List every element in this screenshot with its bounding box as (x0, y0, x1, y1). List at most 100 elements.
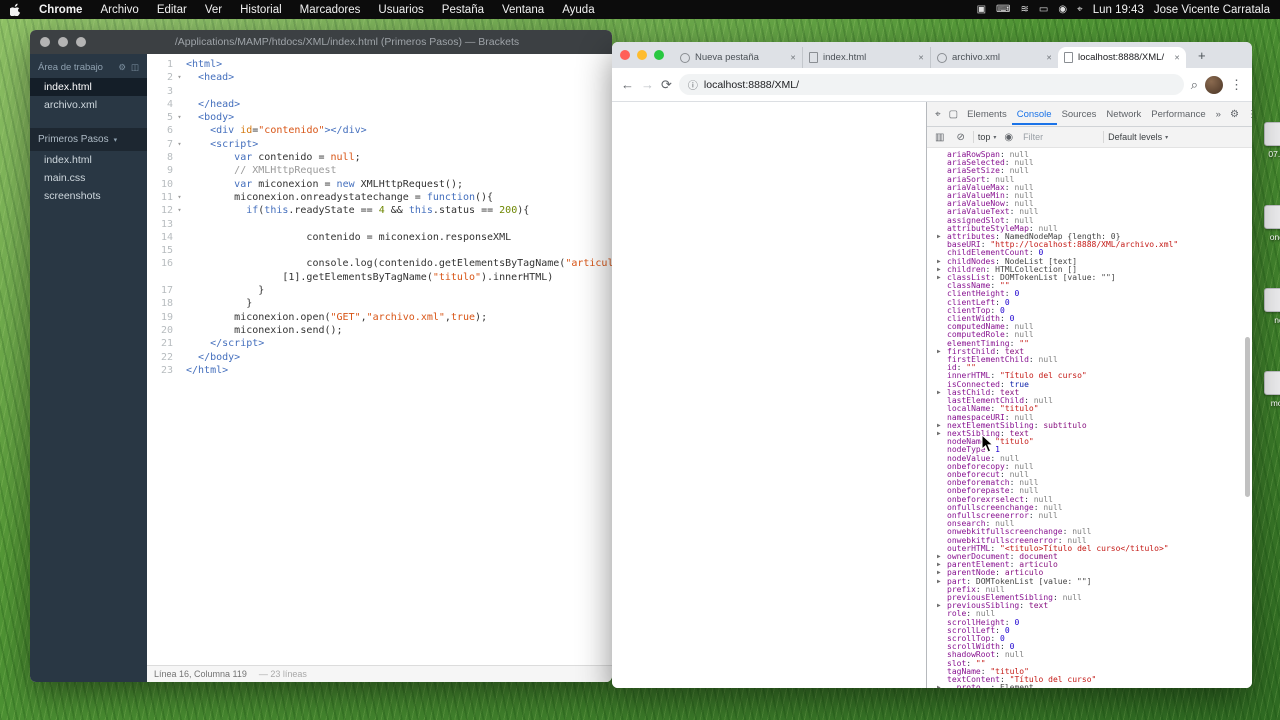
minimize-button[interactable] (637, 50, 647, 60)
project-file[interactable]: main.css (30, 169, 147, 187)
fold-arrow-icon[interactable]: ▾ (173, 71, 186, 84)
search-icon[interactable]: ⌕ (1191, 77, 1198, 93)
chevron-down-icon: ▾ (113, 136, 118, 144)
devtools-tab[interactable]: Sources (1057, 104, 1102, 125)
keyboard-icon[interactable]: ⌨ (996, 4, 1010, 15)
tab-close-icon[interactable]: ✕ (918, 54, 924, 62)
close-button[interactable] (620, 50, 630, 60)
working-file[interactable]: index.html (30, 78, 147, 96)
expand-arrow-icon[interactable]: ▶ (937, 233, 947, 241)
menu-item[interactable]: Usuarios (369, 4, 432, 16)
expand-arrow-icon[interactable]: ▶ (937, 266, 947, 274)
devtools-tab[interactable]: » (1211, 104, 1226, 125)
menu-item[interactable]: Chrome (30, 4, 91, 16)
menu-item[interactable]: Ventana (493, 4, 553, 16)
menu-item[interactable]: Pestaña (433, 4, 493, 16)
expand-arrow-icon[interactable]: ▶ (937, 430, 947, 438)
menu-item[interactable]: Ver (196, 4, 231, 16)
expand-arrow-icon[interactable]: ▶ (937, 569, 947, 577)
zoom-button[interactable] (654, 50, 664, 60)
menu-kebab-icon[interactable]: ⋮ (1230, 77, 1243, 93)
profile-avatar[interactable] (1205, 75, 1223, 94)
close-button[interactable] (40, 37, 50, 47)
eye-icon[interactable]: ◉ (1000, 132, 1017, 143)
split-view-icon[interactable]: ◫ (131, 62, 139, 73)
clear-console-icon[interactable]: ⊘ (952, 132, 968, 143)
menu-item[interactable]: Historial (231, 4, 291, 16)
desktop-icon[interactable]: mon (1264, 371, 1280, 408)
gear-icon[interactable]: ⚙ (118, 62, 126, 73)
fold-arrow-icon[interactable]: ▾ (173, 204, 186, 217)
expand-arrow-icon[interactable]: ▶ (937, 422, 947, 430)
expand-arrow-icon[interactable]: ▶ (937, 389, 947, 397)
inspect-icon[interactable]: ⌖ (931, 109, 945, 120)
fold-arrow-icon[interactable]: ▾ (173, 111, 186, 124)
log-level-selector[interactable]: Default levels ▾ (1108, 132, 1168, 142)
tab-close-icon[interactable]: ✕ (1174, 54, 1180, 62)
new-tab-button[interactable]: + (1192, 48, 1212, 63)
expand-arrow-icon[interactable]: ▶ (937, 561, 947, 569)
project-file[interactable]: screenshots (30, 187, 147, 205)
page-content[interactable] (612, 102, 926, 688)
expand-arrow-icon[interactable]: ▶ (937, 684, 947, 688)
browser-tab[interactable]: Nueva pestaña ✕ (674, 47, 802, 68)
expand-arrow-icon[interactable]: ▶ (937, 348, 947, 356)
expand-arrow-icon[interactable]: ▶ (937, 602, 947, 610)
browser-tab[interactable]: archivo.xml ✕ (930, 47, 1058, 68)
menu-item[interactable]: Editar (148, 4, 196, 16)
apple-menu[interactable] (10, 3, 24, 16)
desktop-icon[interactable]: ones (1264, 205, 1280, 242)
menu-item[interactable]: Marcadores (291, 4, 370, 16)
address-bar[interactable]: ⓘ localhost:8888/XML/ (678, 74, 1184, 95)
devtools-tab[interactable]: Elements (962, 104, 1012, 125)
gear-icon[interactable]: ⚙ (1226, 109, 1243, 120)
context-selector[interactable]: top ▾ (978, 132, 997, 142)
menubar-clock[interactable]: Lun 19:43 (1093, 4, 1144, 16)
project-header[interactable]: Primeros Pasos ▾ (30, 128, 147, 151)
battery-icon[interactable]: ▭ (1039, 4, 1048, 15)
spotlight-icon[interactable]: ⌖ (1077, 4, 1083, 15)
control-center-icon[interactable]: ◉ (1058, 4, 1067, 15)
tab-title: Nueva pestaña (695, 52, 759, 63)
filter-input[interactable] (1021, 131, 1100, 143)
expand-arrow-icon[interactable]: ▶ (937, 258, 947, 266)
working-file[interactable]: archivo.xml (30, 96, 147, 114)
device-toolbar-icon[interactable]: ▢ (945, 109, 962, 120)
kebab-menu-icon[interactable]: ⋮ (1243, 109, 1252, 120)
code-editor[interactable]: 1 <html> 2 ▾ <head> 3 4 </head> 5 ▾ <body> 6 <di… (147, 54, 612, 682)
menu-item[interactable]: Ayuda (553, 4, 603, 16)
page-info-icon[interactable]: ⓘ (688, 77, 698, 92)
brackets-titlebar[interactable]: /Applications/MAMP/htdocs/XML/index.html… (30, 30, 612, 54)
desktop-icon[interactable]: 07.21 (1264, 122, 1280, 159)
fold-arrow-icon[interactable]: ▾ (173, 191, 186, 204)
back-button[interactable]: ← (621, 77, 634, 92)
scrollbar-thumb[interactable] (1245, 337, 1250, 497)
expand-arrow-icon[interactable]: ▶ (937, 274, 947, 282)
tab-close-icon[interactable]: ✕ (790, 54, 796, 62)
fold-arrow-icon[interactable]: ▾ (173, 138, 186, 151)
menu-item[interactable]: Archivo (91, 4, 147, 16)
project-file[interactable]: index.html (30, 151, 147, 169)
console-output[interactable]: ariaRowSpan: null ariaSelected: null ariaS… (927, 148, 1252, 688)
tab-close-icon[interactable]: ✕ (1046, 54, 1052, 62)
devtools-tab[interactable]: Performance (1146, 104, 1210, 125)
devtools-tab[interactable]: Console (1012, 104, 1057, 125)
expand-arrow-icon[interactable]: ▶ (937, 553, 947, 561)
desktop-icon[interactable]: no (1264, 288, 1280, 325)
console-sidebar-icon[interactable]: ▥ (931, 132, 948, 143)
code-area[interactable]: 1 <html> 2 ▾ <head> 3 4 </head> 5 ▾ <body> 6 <di… (147, 54, 612, 665)
browser-tab[interactable]: localhost:8888/XML/ ✕ (1058, 47, 1186, 68)
expand-arrow-icon[interactable]: ▶ (937, 578, 947, 586)
forward-button[interactable]: → (641, 77, 654, 92)
display-icon[interactable]: ▣ (977, 4, 986, 15)
reload-button[interactable]: ⟳ (661, 77, 672, 93)
browser-tab[interactable]: index.html ✕ (802, 47, 930, 68)
minimize-button[interactable] (58, 37, 68, 47)
zoom-button[interactable] (76, 37, 86, 47)
menubar-user-menu[interactable]: Jose Vicente Carratala (1154, 4, 1270, 16)
wifi-icon[interactable]: ≋ (1020, 4, 1028, 15)
line-number: 10 (160, 178, 173, 190)
line-number: 16 (160, 258, 173, 270)
devtools-tab[interactable]: Network (1101, 104, 1146, 125)
